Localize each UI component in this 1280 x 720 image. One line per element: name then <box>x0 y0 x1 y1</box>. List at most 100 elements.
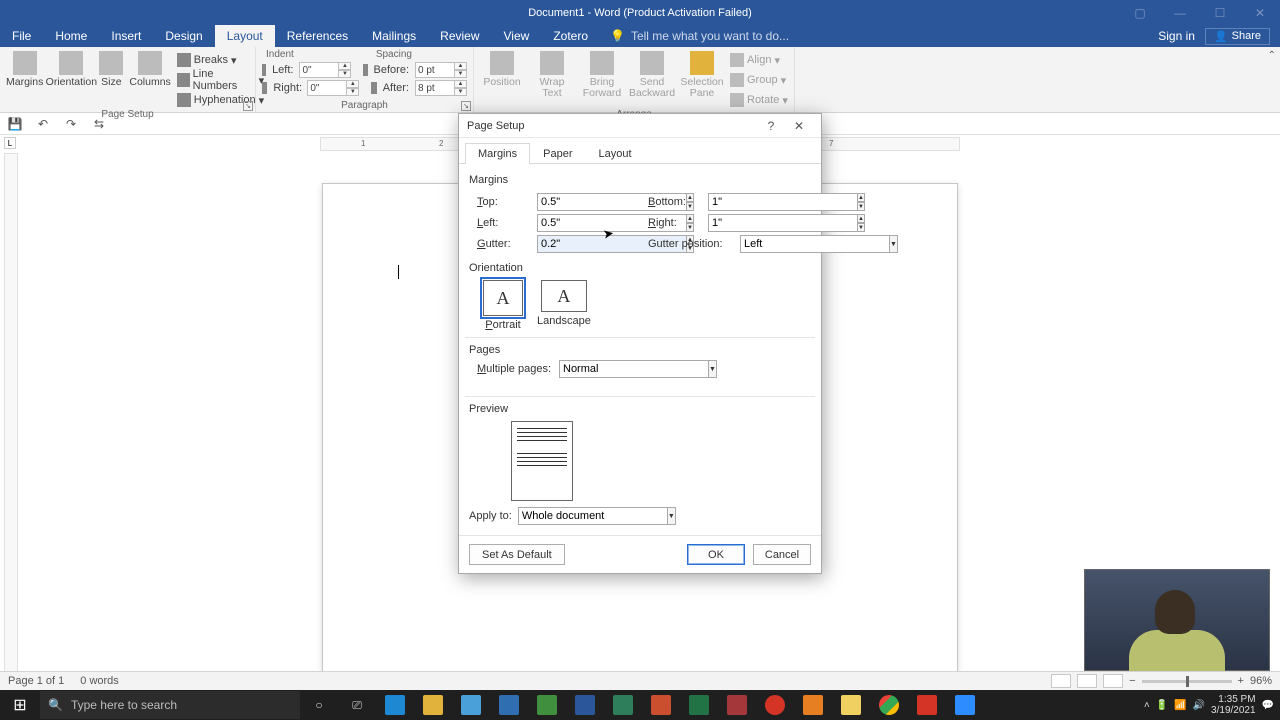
apply-to-value[interactable] <box>518 507 668 525</box>
indent-right-spinner[interactable]: 0"▲▼ <box>307 80 359 96</box>
zoom-in-button[interactable]: + <box>1238 675 1244 687</box>
tray-chevron-up-icon[interactable]: ˄ <box>1144 700 1150 711</box>
taskbar-app-chrome[interactable] <box>870 690 908 720</box>
tab-layout[interactable]: Layout <box>215 25 275 47</box>
ok-button[interactable]: OK <box>687 544 745 565</box>
tray-volume-icon[interactable]: 🔊 <box>1193 700 1205 711</box>
taskbar-app-xbox[interactable] <box>528 690 566 720</box>
taskbar-search[interactable]: 🔍 Type here to search <box>40 691 300 719</box>
gutter-position-value[interactable] <box>740 235 890 253</box>
dialog-tab-layout[interactable]: Layout <box>585 143 644 164</box>
taskbar-app-notes[interactable] <box>832 690 870 720</box>
tab-references[interactable]: References <box>275 25 360 47</box>
status-page[interactable]: Page 1 of 1 <box>8 675 64 687</box>
cancel-button[interactable]: Cancel <box>753 544 811 565</box>
multiple-pages-value[interactable] <box>559 360 709 378</box>
breaks-button[interactable]: Breaks▾ <box>177 51 264 69</box>
size-button[interactable]: Size <box>99 49 123 88</box>
gutter-position-combo[interactable]: ▼ <box>740 235 810 253</box>
dialog-tab-paper[interactable]: Paper <box>530 143 585 164</box>
bottom-spin-down[interactable]: ▼ <box>858 202 865 211</box>
web-layout-button[interactable] <box>1103 674 1123 688</box>
taskbar-app-explorer[interactable] <box>414 690 452 720</box>
start-button[interactable]: ⊞ <box>0 690 40 720</box>
taskbar-app-store[interactable] <box>452 690 490 720</box>
indent-left-spinner[interactable]: 0"▲▼ <box>299 62 351 78</box>
right-spinner[interactable]: ▲▼ <box>708 214 778 232</box>
taskbar-app-publisher[interactable] <box>604 690 642 720</box>
spacing-before-spinner[interactable]: 0 pt▲▼ <box>415 62 467 78</box>
tell-me-search[interactable]: 💡 Tell me what you want to do... <box>610 25 789 47</box>
cortana-button[interactable]: ○ <box>300 690 338 720</box>
taskbar-app-recorder[interactable] <box>908 690 946 720</box>
margins-button[interactable]: Margins <box>6 49 43 88</box>
set-as-default-button[interactable]: Set As Default <box>469 544 565 565</box>
read-mode-button[interactable] <box>1051 674 1071 688</box>
tab-file[interactable]: File <box>0 25 43 47</box>
taskbar-app-vlc[interactable] <box>794 690 832 720</box>
orientation-button[interactable]: Orientation <box>49 49 93 88</box>
tab-insert[interactable]: Insert <box>99 25 153 47</box>
multiple-pages-combo[interactable]: ▼ <box>559 360 655 378</box>
left-spinner[interactable]: ▲▼ <box>537 214 607 232</box>
taskbar-app-opera[interactable] <box>756 690 794 720</box>
chevron-down-icon[interactable]: ▼ <box>668 507 676 525</box>
share-button[interactable]: 👤 Share <box>1205 28 1270 45</box>
print-layout-button[interactable] <box>1077 674 1097 688</box>
right-spin-up[interactable]: ▲ <box>858 214 865 223</box>
maximize-button[interactable]: ☐ <box>1200 0 1240 25</box>
taskbar-app-zoom[interactable] <box>946 690 984 720</box>
taskbar-app-powerpoint[interactable] <box>642 690 680 720</box>
apply-to-combo[interactable]: ▼ <box>518 507 620 525</box>
taskbar-app-word[interactable] <box>566 690 604 720</box>
spacing-after-spinner[interactable]: 8 pt▲▼ <box>415 80 467 96</box>
zoom-slider[interactable] <box>1142 680 1232 683</box>
notifications-button[interactable]: 💬 <box>1262 700 1274 711</box>
tab-zotero[interactable]: Zotero <box>541 25 600 47</box>
tab-selector[interactable]: L <box>4 137 16 149</box>
status-words[interactable]: 0 words <box>80 675 119 687</box>
tab-design[interactable]: Design <box>153 25 214 47</box>
tray-battery-icon[interactable]: 🔋 <box>1156 700 1168 711</box>
minimize-button[interactable]: — <box>1160 0 1200 25</box>
dialog-help-button[interactable]: ? <box>757 119 785 133</box>
taskbar-app-edge[interactable] <box>376 690 414 720</box>
taskbar-app-access[interactable] <box>718 690 756 720</box>
right-label: Right: <box>648 217 702 229</box>
vertical-ruler[interactable] <box>4 153 18 690</box>
zoom-level[interactable]: 96% <box>1250 675 1272 687</box>
taskbar-app-excel[interactable] <box>680 690 718 720</box>
tab-mailings[interactable]: Mailings <box>360 25 428 47</box>
right-input[interactable] <box>708 214 858 232</box>
taskbar-clock[interactable]: 1:35 PM 3/19/2021 <box>1211 694 1256 716</box>
taskbar-app-mail[interactable] <box>490 690 528 720</box>
tray-wifi-icon[interactable]: 📶 <box>1174 700 1186 711</box>
bottom-spinner[interactable]: ▲▼ <box>708 193 778 211</box>
ribbon-display-options[interactable]: ▢ <box>1120 0 1160 25</box>
zoom-out-button[interactable]: − <box>1129 675 1135 687</box>
tab-home[interactable]: Home <box>43 25 99 47</box>
gutter-spinner[interactable]: ▲▼ <box>537 235 607 253</box>
portrait-option[interactable]: A Portrait <box>483 280 523 331</box>
landscape-option[interactable]: A Landscape <box>537 280 591 331</box>
dialog-tab-margins[interactable]: Margins <box>465 143 530 164</box>
columns-button[interactable]: Columns <box>129 49 170 88</box>
top-spinner[interactable]: ▲▼ <box>537 193 607 211</box>
collapse-ribbon-icon[interactable]: ⌃ <box>1268 50 1276 61</box>
dialog-titlebar[interactable]: Page Setup ? ✕ <box>459 114 821 138</box>
tab-view[interactable]: View <box>492 25 542 47</box>
page-setup-launcher[interactable]: ↘ <box>243 101 253 111</box>
paragraph-launcher[interactable]: ↘ <box>461 101 471 111</box>
bottom-input[interactable] <box>708 193 858 211</box>
bottom-spin-up[interactable]: ▲ <box>858 193 865 202</box>
chevron-down-icon[interactable]: ▼ <box>709 360 717 378</box>
close-window-button[interactable]: ✕ <box>1240 0 1280 25</box>
chevron-down-icon[interactable]: ▼ <box>890 235 898 253</box>
line-numbers-button[interactable]: Line Numbers▾ <box>177 71 264 89</box>
tab-review[interactable]: Review <box>428 25 491 47</box>
sign-in-link[interactable]: Sign in <box>1158 29 1195 43</box>
dialog-close-button[interactable]: ✕ <box>785 119 813 133</box>
task-view-button[interactable]: ⎚ <box>338 690 376 720</box>
selection-pane-button[interactable]: Selection Pane <box>680 49 724 99</box>
right-spin-down[interactable]: ▼ <box>858 223 865 232</box>
